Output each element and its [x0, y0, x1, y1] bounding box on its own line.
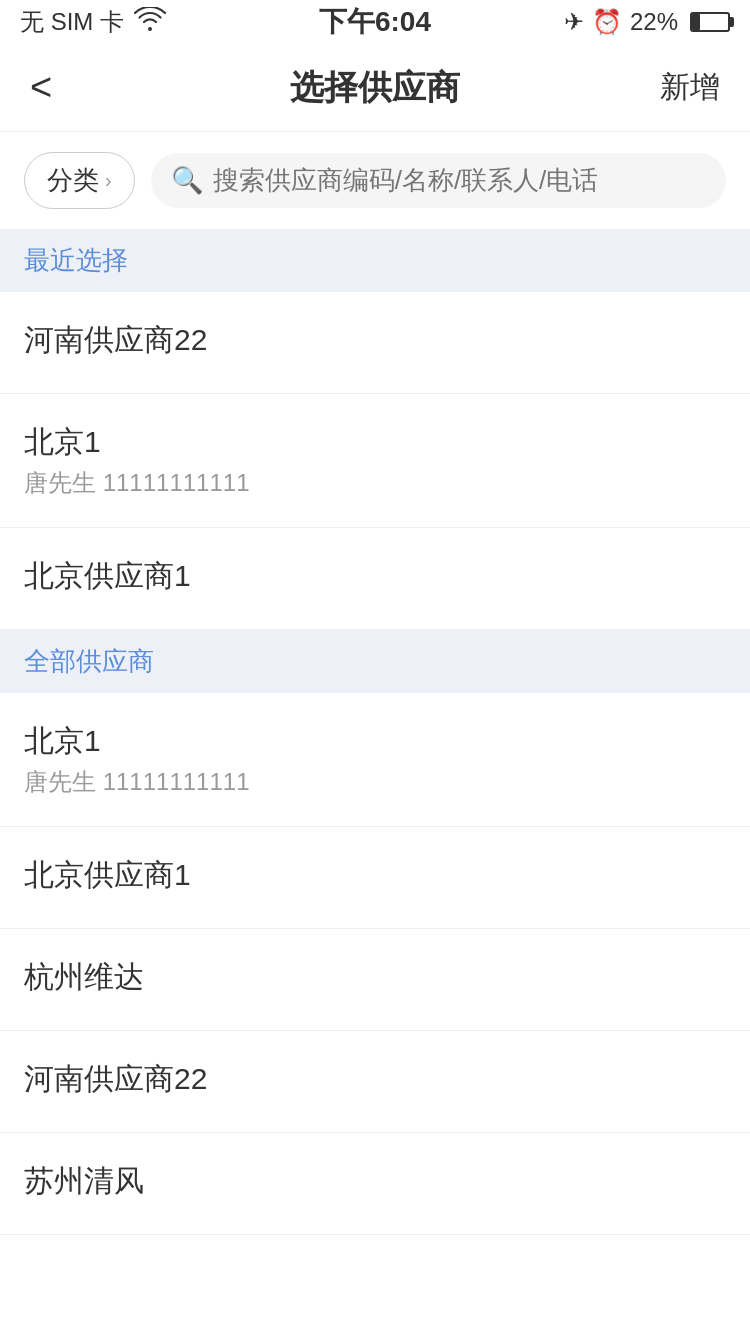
item-name: 河南供应商22 — [24, 1059, 726, 1100]
list-item[interactable]: 北京供应商1 — [0, 827, 750, 929]
item-name: 河南供应商22 — [24, 320, 726, 361]
item-name: 杭州维达 — [24, 957, 726, 998]
list-item[interactable]: 北京1 唐先生 11111111111 — [0, 394, 750, 528]
item-sub: 唐先生 11111111111 — [24, 766, 726, 798]
search-input-wrap: 🔍 — [151, 153, 726, 208]
wifi-icon — [134, 7, 166, 37]
battery-percent: 22% — [630, 8, 678, 36]
list-item[interactable]: 河南供应商22 — [0, 292, 750, 394]
item-name: 北京供应商1 — [24, 556, 726, 597]
status-time: 下午6:04 — [319, 3, 431, 41]
page-title: 选择供应商 — [290, 65, 460, 111]
recent-section-label: 最近选择 — [24, 245, 128, 275]
back-button[interactable]: < — [30, 66, 90, 109]
all-items-list: 北京1 唐先生 11111111111 北京供应商1 杭州维达河南供应商22 苏州清风 — [0, 693, 750, 1235]
item-name: 北京1 — [24, 422, 726, 463]
nav-bar: < 选择供应商 新增 — [0, 44, 750, 132]
list-item[interactable]: 杭州维达 — [0, 929, 750, 1031]
recent-section-header: 最近选择 — [0, 229, 750, 292]
alarm-icon: ⏰ — [592, 8, 622, 36]
item-name: 北京供应商1 — [24, 855, 726, 896]
battery-icon — [690, 12, 730, 32]
add-button[interactable]: 新增 — [660, 67, 720, 108]
list-item[interactable]: 河南供应商22 — [0, 1031, 750, 1133]
item-sub: 唐先生 11111111111 — [24, 467, 726, 499]
search-area: 分类 › 🔍 — [0, 132, 750, 229]
search-input[interactable] — [213, 165, 706, 196]
status-right: ✈ ⏰ 22% — [564, 8, 730, 36]
list-item[interactable]: 北京供应商1 — [0, 528, 750, 630]
category-label: 分类 — [47, 163, 99, 198]
list-item[interactable]: 苏州清风 — [0, 1133, 750, 1235]
location-icon: ✈ — [564, 8, 584, 36]
recent-items-list: 河南供应商22 北京1 唐先生 11111111111 北京供应商1 — [0, 292, 750, 630]
all-section-header: 全部供应商 — [0, 630, 750, 693]
status-left: 无 SIM 卡 — [20, 6, 166, 38]
carrier-label: 无 SIM 卡 — [20, 6, 124, 38]
chevron-right-icon: › — [105, 169, 112, 192]
list-item[interactable]: 北京1 唐先生 11111111111 — [0, 693, 750, 827]
item-name: 苏州清风 — [24, 1161, 726, 1202]
search-icon: 🔍 — [171, 165, 203, 196]
item-name: 北京1 — [24, 721, 726, 762]
category-filter-button[interactable]: 分类 › — [24, 152, 135, 209]
all-section-label: 全部供应商 — [24, 646, 154, 676]
status-bar: 无 SIM 卡 下午6:04 ✈ ⏰ 22% — [0, 0, 750, 44]
